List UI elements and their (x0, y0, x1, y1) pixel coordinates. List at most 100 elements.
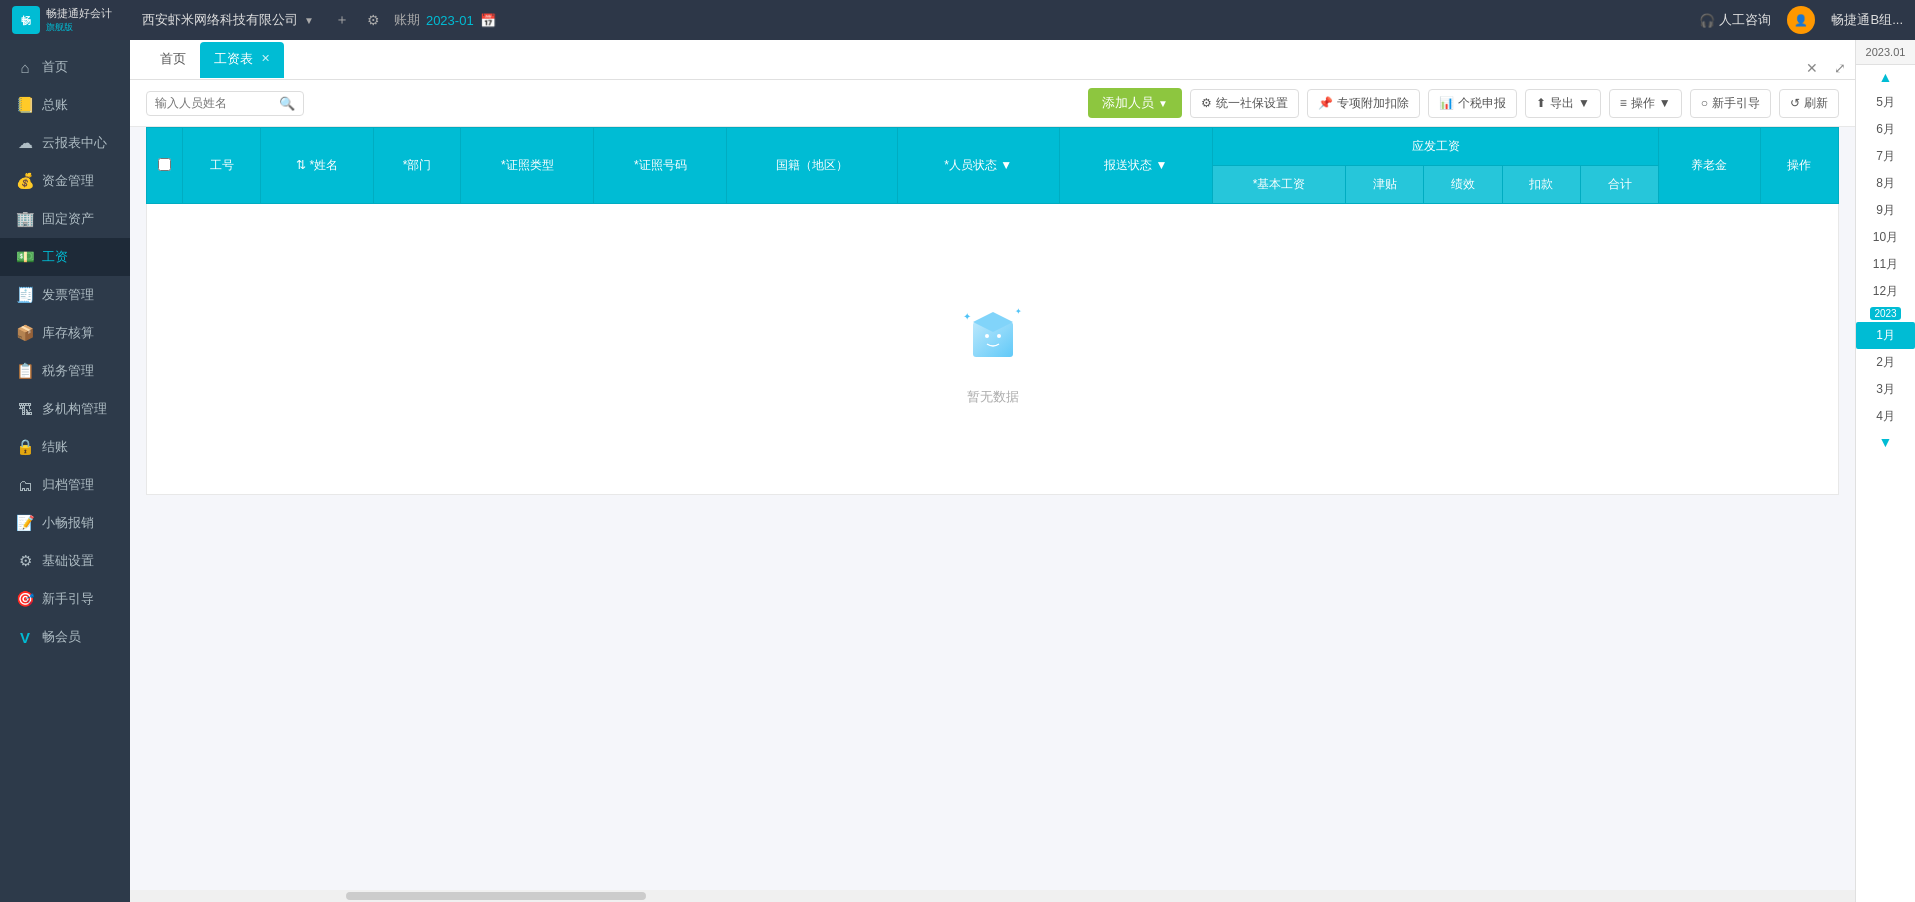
operate-arrow-icon: ▼ (1659, 96, 1671, 110)
add-company-btn[interactable]: ＋ (330, 8, 354, 32)
tax-report-icon: 📊 (1439, 96, 1454, 110)
th-status: *人员状态 ▼ (897, 128, 1059, 204)
sidebar-item-ledger[interactable]: 📒 总账 (0, 86, 130, 124)
date-item-12[interactable]: 12月 (1856, 278, 1915, 305)
date-item-9[interactable]: 9月 (1856, 197, 1915, 224)
th-id-no: *证照号码 (594, 128, 727, 204)
tab-home[interactable]: 首页 (146, 42, 200, 78)
th-report-status: 报送状态 ▼ (1059, 128, 1212, 204)
date-item-6[interactable]: 6月 (1856, 116, 1915, 143)
date-item-5[interactable]: 5月 (1856, 89, 1915, 116)
date-item-2[interactable]: 2月 (1856, 349, 1915, 376)
special-deduct-btn[interactable]: 📌 专项附加扣除 (1307, 89, 1420, 118)
date-item-7[interactable]: 7月 (1856, 143, 1915, 170)
inventory-icon: 📦 (16, 324, 34, 342)
logo-icon: 畅 (12, 6, 40, 34)
sidebar-item-multi[interactable]: 🏗 多机构管理 (0, 390, 130, 428)
sidebar-item-funds[interactable]: 💰 资金管理 (0, 162, 130, 200)
sidebar-item-guide[interactable]: 🎯 新手引导 (0, 580, 130, 618)
calendar-icon[interactable]: 📅 (480, 13, 496, 28)
th-country: 国籍（地区） (727, 128, 897, 204)
th-checkbox[interactable] (147, 128, 183, 204)
logo-text: 畅捷通好会计 旗舰版 (46, 6, 112, 34)
sidebar-item-salary[interactable]: 💵 工资 (0, 238, 130, 276)
operate-btn[interactable]: ≡ 操作 ▼ (1609, 89, 1682, 118)
date-item-1[interactable]: 1月 (1856, 322, 1915, 349)
empty-illustration: ✦ ✦ (953, 292, 1033, 372)
top-header: 畅 畅捷通好会计 旗舰版 西安虾米网络科技有限公司 ▼ ＋ ⚙ 账期 2023-… (0, 0, 1915, 40)
newbie-icon: ○ (1701, 96, 1708, 110)
social-label: 统一社保设置 (1216, 95, 1288, 112)
sidebar-label-invoice: 发票管理 (42, 286, 94, 304)
archive-icon: 🗂 (16, 477, 34, 494)
assets-icon: 🏢 (16, 210, 34, 228)
sidebar-label-cloud: 云报表中心 (42, 134, 107, 152)
social-settings-btn[interactable]: ⚙ 统一社保设置 (1190, 89, 1299, 118)
deduct-label: 专项附加扣除 (1337, 95, 1409, 112)
sidebar-item-invoice[interactable]: 🧾 发票管理 (0, 276, 130, 314)
ledger-icon: 📒 (16, 96, 34, 114)
tab-salary[interactable]: 工资表 ✕ (200, 42, 284, 78)
sidebar-label-multi: 多机构管理 (42, 400, 107, 418)
th-number: 工号 (183, 128, 261, 204)
sidebar-item-settings[interactable]: ⚙ 基础设置 (0, 542, 130, 580)
header-right: 🎧 人工咨询 👤 畅捷通B组... (1699, 6, 1903, 34)
sidebar-item-member[interactable]: V 畅会员 (0, 618, 130, 656)
sidebar-item-archive[interactable]: 🗂 归档管理 (0, 466, 130, 504)
sidebar-label-funds: 资金管理 (42, 172, 94, 190)
company-arrow-icon: ▼ (304, 15, 314, 26)
window-expand-btn[interactable]: ⤢ (1830, 58, 1850, 78)
date-item-3[interactable]: 3月 (1856, 376, 1915, 403)
empty-state-cell: ✦ ✦ 暂无数据 (147, 204, 1839, 495)
date-nav-down[interactable]: ▼ (1856, 430, 1915, 454)
export-icon: ⬆ (1536, 96, 1546, 110)
th-action: 操作 (1760, 128, 1838, 204)
sidebar-item-close[interactable]: 🔒 结账 (0, 428, 130, 466)
report-filter-icon[interactable]: ▼ (1156, 158, 1168, 172)
service-btn[interactable]: 🎧 人工咨询 (1699, 11, 1771, 29)
date-sidebar: 2023.01 ▲ 5月 6月 7月 8月 9月 10月 11月 12月 202… (1855, 40, 1915, 902)
select-all-checkbox[interactable] (158, 158, 171, 171)
add-person-label: 添加人员 (1102, 94, 1154, 112)
th-deduction: 扣款 (1502, 166, 1580, 204)
sidebar-item-home[interactable]: ⌂ 首页 (0, 48, 130, 86)
period-value: 2023-01 (426, 13, 474, 28)
date-item-4[interactable]: 4月 (1856, 403, 1915, 430)
th-base-salary: *基本工资 (1212, 166, 1345, 204)
date-item-10[interactable]: 10月 (1856, 224, 1915, 251)
search-input[interactable] (155, 96, 275, 110)
settings-btn[interactable]: ⚙ (362, 8, 386, 32)
export-btn[interactable]: ⬆ 导出 ▼ (1525, 89, 1601, 118)
date-nav-up[interactable]: ▲ (1856, 65, 1915, 89)
status-filter-icon[interactable]: ▼ (1000, 158, 1012, 172)
newbie-guide-btn[interactable]: ○ 新手引导 (1690, 89, 1771, 118)
close-icon: 🔒 (16, 438, 34, 456)
th-dept: *部门 (374, 128, 461, 204)
tab-salary-close[interactable]: ✕ (261, 52, 270, 65)
svg-point-4 (985, 334, 989, 338)
company-selector[interactable]: 西安虾米网络科技有限公司 ▼ (142, 11, 314, 29)
main-container: ⌂ 首页 📒 总账 ☁ 云报表中心 💰 资金管理 🏢 固定资产 💵 工资 🧾 发… (0, 40, 1915, 902)
th-id-type: *证照类型 (461, 128, 594, 204)
sidebar-item-assets[interactable]: 🏢 固定资产 (0, 200, 130, 238)
user-avatar[interactable]: 👤 (1787, 6, 1815, 34)
horizontal-scrollbar[interactable] (346, 892, 646, 900)
export-arrow-icon: ▼ (1578, 96, 1590, 110)
add-person-btn[interactable]: 添加人员 ▼ (1088, 88, 1182, 118)
tax-report-btn[interactable]: 📊 个税申报 (1428, 89, 1517, 118)
sidebar-item-expense[interactable]: 📝 小畅报销 (0, 504, 130, 542)
date-item-8[interactable]: 8月 (1856, 170, 1915, 197)
refresh-icon: ↺ (1790, 96, 1800, 110)
period-label: 账期 (394, 11, 420, 29)
toolbar: 🔍 添加人员 ▼ ⚙ 统一社保设置 📌 专项附加扣除 📊 个税申报 ⬆ 导 (130, 80, 1855, 127)
empty-state: ✦ ✦ 暂无数据 (155, 212, 1830, 486)
sidebar-item-inventory[interactable]: 📦 库存核算 (0, 314, 130, 352)
window-controls: ✕ ⤢ (1802, 58, 1850, 78)
window-close-btn[interactable]: ✕ (1802, 58, 1822, 78)
expense-icon: 📝 (16, 514, 34, 532)
header-actions: ＋ ⚙ (330, 8, 386, 32)
date-item-11[interactable]: 11月 (1856, 251, 1915, 278)
refresh-btn[interactable]: ↺ 刷新 (1779, 89, 1839, 118)
sidebar-item-cloud[interactable]: ☁ 云报表中心 (0, 124, 130, 162)
sidebar-item-tax[interactable]: 📋 税务管理 (0, 352, 130, 390)
